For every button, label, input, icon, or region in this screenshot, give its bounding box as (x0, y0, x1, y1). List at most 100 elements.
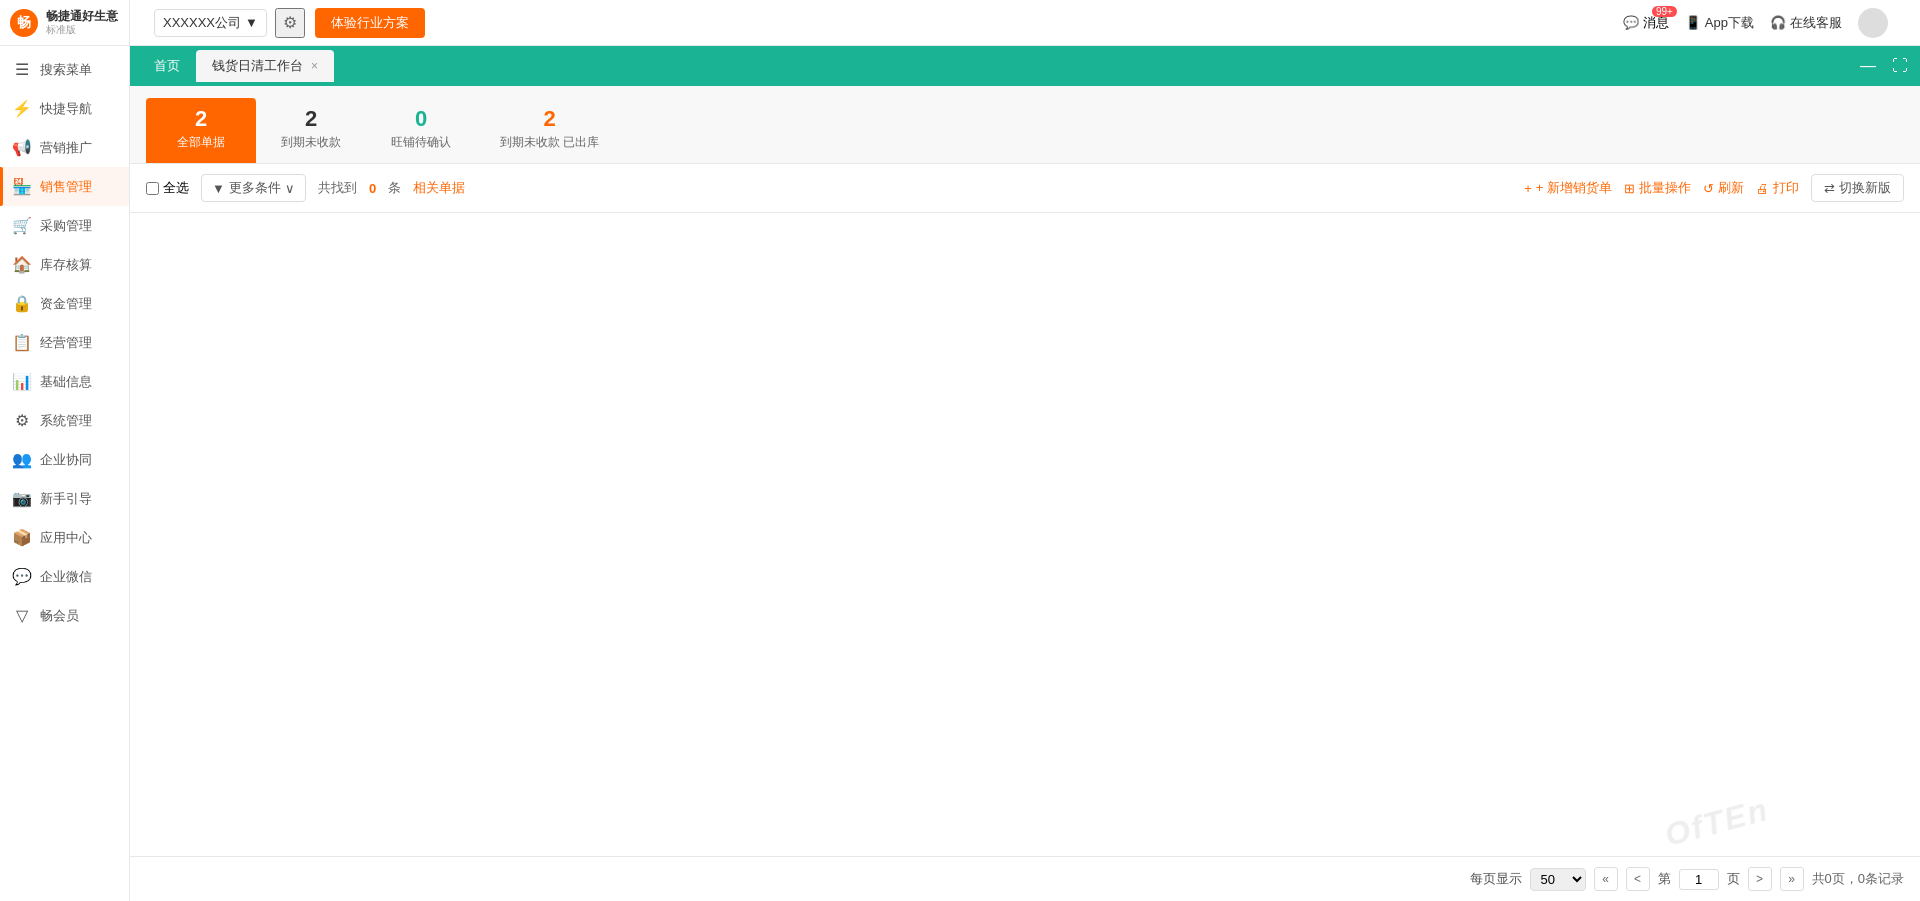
print-label: 打印 (1773, 179, 1799, 197)
chevron-down-icon: ▼ (245, 15, 258, 30)
sidebar-label-quick-nav: 快捷导航 (40, 100, 92, 118)
sidebar-item-purchase[interactable]: 🛒采购管理 (0, 206, 129, 245)
filter-icon: ▼ (212, 181, 225, 196)
sidebar-item-search-menu[interactable]: ☰ 搜索菜单 (0, 50, 129, 89)
add-sales-order-button[interactable]: + + 新增销货单 (1524, 179, 1612, 197)
avatar[interactable] (1858, 8, 1888, 38)
sidebar-item-app-center[interactable]: 📦 应用中心 (0, 518, 129, 557)
app-download-button[interactable]: 📱 App下载 (1685, 14, 1754, 32)
sidebar-label-inventory: 库存核算 (40, 256, 92, 274)
sidebar-label-member: 畅会员 (40, 607, 79, 625)
sidebar-item-inventory[interactable]: 🏠库存核算 (0, 245, 129, 284)
search-menu-icon: ☰ (12, 60, 32, 79)
online-service-button[interactable]: 🎧 在线客服 (1770, 14, 1842, 32)
sidebar-label-guide: 新手引导 (40, 490, 92, 508)
sidebar-item-system[interactable]: ⚙系统管理 (0, 401, 129, 440)
tab-label-all-orders: 全部单据 (177, 134, 225, 151)
sidebar-item-guide[interactable]: 📷新手引导 (0, 479, 129, 518)
sidebar-label-basic-info: 基础信息 (40, 373, 92, 391)
batch-operation-button[interactable]: ⊞ 批量操作 (1624, 179, 1691, 197)
header-right: 💬 消息 99+ 📱 App下载 🎧 在线客服 (1623, 8, 1904, 38)
sidebar-item-marketing[interactable]: 📢营销推广 (0, 128, 129, 167)
enterprise-icon: 👥 (12, 450, 32, 469)
logo-sub: 标准版 (46, 24, 118, 36)
per-page-select[interactable]: 50 100 200 (1530, 868, 1586, 891)
prev-page-button[interactable]: < (1626, 867, 1650, 891)
sidebar-item-enterprise[interactable]: 👥企业协同 (0, 440, 129, 479)
sidebar-item-member[interactable]: ▽ 畅会员 (0, 596, 129, 635)
content-area: 2 全部单据 2 到期未收款 0 旺铺待确认 2到期未收款 已出库 全选 ▼ 更多条件 ∨ … (130, 86, 1920, 901)
page-unit: 页 (1727, 870, 1740, 888)
app-label: App下载 (1705, 14, 1754, 32)
switch-label: 切换新版 (1839, 179, 1891, 197)
marketing-icon: 📢 (12, 138, 32, 157)
next-page-button[interactable]: > (1748, 867, 1772, 891)
per-page-label: 每页显示 (1470, 870, 1522, 888)
work-wechat-icon: 💬 (12, 567, 32, 586)
message-icon: 💬 (1623, 15, 1639, 30)
basic-info-icon: 📊 (12, 372, 32, 391)
related-link[interactable]: 相关单据 (413, 179, 465, 197)
sidebar-item-sales[interactable]: 🏪销售管理 (0, 167, 129, 206)
settings-button[interactable]: ⚙ (275, 8, 305, 38)
sidebar: 畅 畅捷通好生意 标准版 ☰ 搜索菜单 ⚡快捷导航📢营销推广🏪销售管理🛒采购管理🏠库… (0, 0, 130, 901)
sidebar-item-work-wechat[interactable]: 💬企业微信 (0, 557, 129, 596)
tab-home[interactable]: 首页 (138, 50, 196, 82)
sidebar-label-operations: 经营管理 (40, 334, 92, 352)
toolbar-right: + + 新增销货单 ⊞ 批量操作 ↺ 刷新 🖨 打印 ⇄ 切换新版 (1524, 174, 1904, 202)
top-header: XXXXXX公司 ▼ ⚙ 体验行业方案 💬 消息 99+ 📱 App下载 🎧 在… (130, 0, 1920, 46)
main-content: 2 全部单据 2 到期未收款 0 旺铺待确认 2到期未收款 已出库 全选 ▼ 更多条件 ∨ … (130, 86, 1920, 901)
print-button[interactable]: 🖨 打印 (1756, 179, 1799, 197)
found-unit: 条 (388, 179, 401, 197)
filter-button[interactable]: ▼ 更多条件 ∨ (201, 174, 306, 202)
sidebar-label-search-menu: 搜索菜单 (40, 61, 92, 79)
tab-qhrq[interactable]: 钱货日清工作台 × (196, 50, 334, 82)
add-label: + 新增销货单 (1536, 179, 1612, 197)
select-all-checkbox[interactable]: 全选 (146, 179, 189, 197)
select-all-label: 全选 (163, 179, 189, 197)
logo-main: 畅捷通好生意 (46, 9, 118, 23)
add-icon: + (1524, 181, 1532, 196)
tab-count-overdue-shipped: 2 (544, 106, 556, 132)
status-tab-overdue-uncollected[interactable]: 2 到期未收款 (256, 98, 366, 163)
first-page-button[interactable]: « (1594, 867, 1618, 891)
member-icon: ▽ (12, 606, 32, 625)
batch-icon: ⊞ (1624, 181, 1635, 196)
tab-label-overdue-uncollected: 到期未收款 (281, 134, 341, 151)
tab-label-wangpu-pending: 旺铺待确认 (391, 134, 451, 151)
window-minimize-button[interactable]: — (1856, 53, 1880, 79)
finance-icon: 🔒 (12, 294, 32, 313)
refresh-button[interactable]: ↺ 刷新 (1703, 179, 1744, 197)
last-page-button[interactable]: » (1780, 867, 1804, 891)
tab-count-all-orders: 2 (195, 106, 207, 132)
message-button[interactable]: 💬 消息 99+ (1623, 14, 1669, 32)
refresh-label: 刷新 (1718, 179, 1744, 197)
tab-home-label: 首页 (154, 57, 180, 75)
status-tab-wangpu-pending[interactable]: 0 旺铺待确认 (366, 98, 476, 163)
app-center-icon: 📦 (12, 528, 32, 547)
sidebar-item-quick-nav[interactable]: ⚡快捷导航 (0, 89, 129, 128)
sidebar-logo: 畅 畅捷通好生意 标准版 (0, 0, 129, 46)
status-tab-all-orders[interactable]: 2 全部单据 (146, 98, 256, 163)
page-input[interactable] (1679, 869, 1719, 890)
tab-qhrq-label: 钱货日清工作台 (212, 57, 303, 75)
status-tab-overdue-shipped[interactable]: 2到期未收款 已出库 (476, 98, 623, 163)
sidebar-label-system: 系统管理 (40, 412, 92, 430)
select-all-input[interactable] (146, 182, 159, 195)
sidebar-item-finance[interactable]: 🔒资金管理 (0, 284, 129, 323)
operations-icon: 📋 (12, 333, 32, 352)
tab-close-icon[interactable]: × (311, 59, 318, 73)
sidebar-item-basic-info[interactable]: 📊 基础信息 (0, 362, 129, 401)
experience-button[interactable]: 体验行业方案 (315, 8, 425, 38)
window-maximize-button[interactable]: ⛶ (1888, 53, 1912, 79)
toolbar: 全选 ▼ 更多条件 ∨ 共找到 0 条 相关单据 + + 新增销货单 ⊞ 批量操… (130, 164, 1920, 213)
switch-version-button[interactable]: ⇄ 切换新版 (1811, 174, 1904, 202)
batch-label: 批量操作 (1639, 179, 1691, 197)
company-selector[interactable]: XXXXXX公司 ▼ (154, 9, 267, 37)
tab-count-wangpu-pending: 0 (415, 106, 427, 132)
sidebar-label-app-center: 应用中心 (40, 529, 92, 547)
sidebar-item-operations[interactable]: 📋 经营管理 (0, 323, 129, 362)
filter-chevron: ∨ (285, 181, 295, 196)
tab-count-overdue-uncollected: 2 (305, 106, 317, 132)
logo-icon: 畅 (10, 9, 38, 37)
